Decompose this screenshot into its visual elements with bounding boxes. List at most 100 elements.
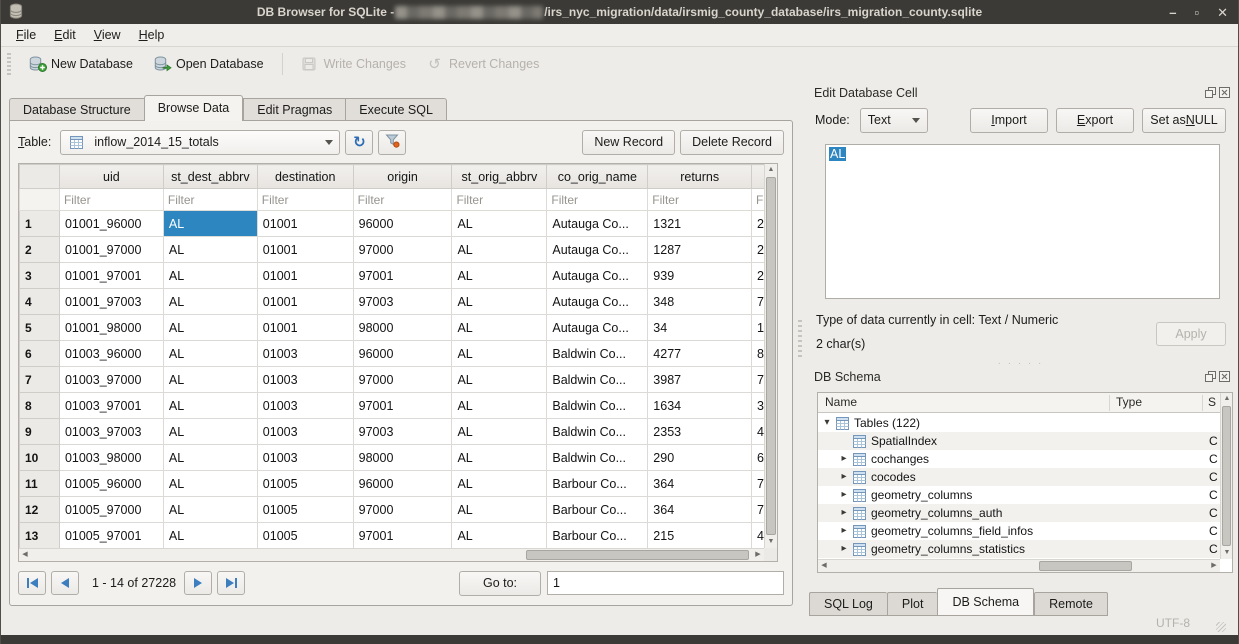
set-null-button[interactable]: Set as NULL [1142, 108, 1226, 133]
tab-plot[interactable]: Plot [887, 592, 938, 616]
tree-item-tables-122[interactable]: ▾Tables (122) [818, 414, 1220, 432]
table-cell[interactable]: 01005 [257, 523, 353, 549]
tree-vertical-scrollbar[interactable]: ▲ ▼ [1220, 393, 1232, 559]
table-cell[interactable]: Baldwin Co... [547, 393, 648, 419]
grid-vscroll-thumb[interactable] [766, 177, 776, 535]
table-cell[interactable]: AL [163, 263, 257, 289]
import-button[interactable]: Import [970, 108, 1048, 133]
table-select[interactable]: inflow_2014_15_totals [60, 130, 340, 155]
table-cell[interactable]: Baldwin Co... [547, 367, 648, 393]
filter-input[interactable] [60, 189, 163, 210]
row-number[interactable]: 11 [20, 471, 60, 497]
table-cell[interactable]: Baldwin Co... [547, 445, 648, 471]
table-cell[interactable]: AL [163, 419, 257, 445]
tree-item-geometry-columns-auth[interactable]: ▸geometry_columns_authC [818, 504, 1220, 522]
new-record-button[interactable]: New Record [582, 130, 675, 155]
table-cell[interactable]: 97001 [353, 263, 452, 289]
filter-input[interactable] [547, 189, 647, 210]
table-cell[interactable]: Baldwin Co... [547, 341, 648, 367]
table-cell[interactable]: Autauga Co... [547, 211, 648, 237]
column-header-destination[interactable]: destination [257, 165, 353, 189]
prev-page-button[interactable] [51, 571, 79, 595]
expander-icon[interactable]: ▸ [838, 468, 850, 486]
table-cell[interactable]: AL [163, 315, 257, 341]
table-cell[interactable]: 96000 [353, 341, 452, 367]
tree-vscroll-thumb[interactable] [1222, 406, 1231, 546]
table-cell[interactable]: 97001 [353, 393, 452, 419]
filter-input[interactable] [452, 189, 546, 210]
expander-icon[interactable]: ▸ [838, 450, 850, 468]
maximize-button[interactable]: ▫ [1194, 6, 1199, 19]
table-cell[interactable]: 215 [648, 523, 752, 549]
next-page-button[interactable] [184, 571, 212, 595]
resize-grip[interactable] [1216, 622, 1226, 632]
row-number[interactable]: 3 [20, 263, 60, 289]
filter-input[interactable] [648, 189, 751, 210]
table-cell[interactable]: 97001 [353, 523, 452, 549]
close-button[interactable]: ✕ [1217, 6, 1228, 19]
grid-vertical-scrollbar[interactable]: ▲ ▼ [764, 164, 777, 548]
dock-splitter-handle[interactable]: · · · · · [807, 358, 1234, 369]
export-button[interactable]: Export [1056, 108, 1134, 133]
table-cell[interactable]: AL [452, 263, 547, 289]
first-page-button[interactable] [18, 571, 46, 595]
delete-record-button[interactable]: Delete Record [680, 130, 784, 155]
table-cell[interactable]: 01001 [257, 211, 353, 237]
table-cell[interactable]: AL [163, 471, 257, 497]
expander-icon[interactable]: ▾ [821, 414, 833, 432]
tree-header-name[interactable]: Name [825, 395, 857, 409]
expander-icon[interactable]: ▸ [838, 540, 850, 558]
table-cell[interactable]: AL [163, 341, 257, 367]
clear-filters-button[interactable] [378, 130, 406, 155]
table-cell[interactable]: 1634 [648, 393, 752, 419]
table-cell[interactable]: AL [452, 419, 547, 445]
table-cell[interactable]: 01001 [257, 263, 353, 289]
tree-item-geometry-columns[interactable]: ▸geometry_columnsC [818, 486, 1220, 504]
tree-header-type[interactable]: Type [1109, 395, 1142, 411]
table-cell[interactable]: 97003 [353, 289, 452, 315]
table-cell[interactable]: 1321 [648, 211, 752, 237]
table-cell[interactable]: 01003_96000 [59, 341, 163, 367]
scroll-right-icon[interactable]: ▶ [1208, 560, 1220, 572]
table-cell[interactable]: AL [452, 393, 547, 419]
table-cell[interactable]: 2353 [648, 419, 752, 445]
table-cell[interactable]: 01003_98000 [59, 445, 163, 471]
table-cell[interactable]: 97003 [353, 419, 452, 445]
table-cell[interactable]: 97000 [353, 497, 452, 523]
row-number[interactable]: 5 [20, 315, 60, 341]
last-page-button[interactable] [217, 571, 245, 595]
table-cell[interactable]: 01001_96000 [59, 211, 163, 237]
tab-database-structure[interactable]: Database Structure [9, 98, 144, 121]
row-number[interactable]: 13 [20, 523, 60, 549]
table-cell[interactable]: 364 [648, 471, 752, 497]
filter-input[interactable] [258, 189, 353, 210]
selected-cell[interactable]: AL [163, 211, 257, 237]
column-header-origin[interactable]: origin [353, 165, 452, 189]
filter-input[interactable] [164, 189, 257, 210]
table-cell[interactable]: AL [163, 445, 257, 471]
table-cell[interactable]: 96000 [353, 471, 452, 497]
toolbar-drag-handle[interactable] [7, 53, 11, 75]
column-header-uid[interactable]: uid [59, 165, 163, 189]
table-cell[interactable]: 01001_97001 [59, 263, 163, 289]
row-number[interactable]: 9 [20, 419, 60, 445]
row-number[interactable]: 12 [20, 497, 60, 523]
row-number[interactable]: 1 [20, 211, 60, 237]
table-cell[interactable]: AL [452, 237, 547, 263]
tab-execute-sql[interactable]: Execute SQL [345, 98, 447, 121]
table-cell[interactable]: AL [452, 497, 547, 523]
table-cell[interactable]: AL [452, 445, 547, 471]
table-cell[interactable]: 01003 [257, 419, 353, 445]
table-cell[interactable]: 3987 [648, 367, 752, 393]
table-cell[interactable]: 4277 [648, 341, 752, 367]
table-cell[interactable]: AL [163, 237, 257, 263]
table-cell[interactable]: AL [163, 289, 257, 315]
table-cell[interactable]: AL [452, 367, 547, 393]
table-cell[interactable]: 01001 [257, 237, 353, 263]
expander-icon[interactable]: ▸ [838, 504, 850, 522]
table-cell[interactable]: 98000 [353, 445, 452, 471]
scroll-right-icon[interactable]: ▶ [752, 549, 764, 561]
tree-item-geometry-columns-field-infos[interactable]: ▸geometry_columns_field_infosC [818, 522, 1220, 540]
menu-item-edit[interactable]: Edit [45, 25, 85, 45]
table-cell[interactable]: 01001_98000 [59, 315, 163, 341]
